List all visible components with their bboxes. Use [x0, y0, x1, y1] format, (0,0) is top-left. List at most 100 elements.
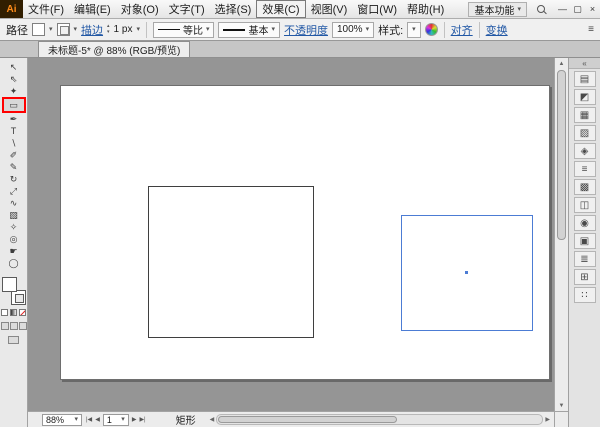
stroke-swatch[interactable]: [10, 290, 26, 305]
zoom-level-field[interactable]: 88% ▾: [42, 413, 82, 426]
separator: [443, 21, 445, 38]
appearance-panel-icon[interactable]: ◉: [573, 215, 596, 231]
fill-swatch[interactable]: [1, 277, 17, 292]
spinner-down-icon[interactable]: ▾: [107, 30, 110, 35]
menu-window[interactable]: 窗口(W): [352, 0, 402, 18]
scale-tool[interactable]: ⤢: [4, 185, 24, 197]
layers-panel-icon[interactable]: ≣: [573, 251, 596, 267]
opacity-dropdown[interactable]: 100% ▾: [332, 21, 375, 38]
horizontal-scroll-track[interactable]: [216, 414, 544, 425]
dock-expand-button[interactable]: «: [569, 58, 600, 69]
menu-type[interactable]: 文字(T): [164, 0, 210, 18]
direct-selection-tool[interactable]: ⇖: [4, 73, 24, 85]
horizontal-scrollbar[interactable]: ◀ ▶: [210, 412, 550, 427]
graphic-styles-panel-icon[interactable]: ▣: [573, 233, 596, 249]
opacity-link[interactable]: 不透明度: [284, 22, 328, 38]
color-panel-icon[interactable]: ▤: [573, 71, 596, 87]
document-tab[interactable]: 未标题-5* @ 88% (RGB/预览): [38, 41, 191, 57]
draw-behind-button[interactable]: [9, 322, 18, 330]
scroll-right-icon[interactable]: ▶: [545, 414, 550, 425]
symbols-panel-icon[interactable]: ◈: [573, 143, 596, 159]
type-tool[interactable]: T: [4, 125, 24, 137]
stroke-dropdown-icon[interactable]: ▾: [74, 26, 78, 33]
zoom-tool[interactable]: ◯: [4, 257, 24, 269]
artboard[interactable]: [60, 85, 550, 380]
menu-object[interactable]: 对象(O): [116, 0, 164, 18]
artboards-panel-icon[interactable]: ⊞: [573, 269, 596, 285]
separator: [145, 21, 147, 38]
panel-menu-icon[interactable]: ≡: [588, 24, 594, 35]
profile-value: 等比: [182, 26, 203, 37]
menu-select[interactable]: 选择(S): [210, 0, 257, 18]
horizontal-scroll-thumb[interactable]: [218, 416, 398, 423]
minimize-button[interactable]: —: [555, 4, 570, 14]
opacity-value: 100%: [337, 24, 363, 35]
vertical-scroll-thumb[interactable]: [557, 70, 566, 240]
style-dropdown[interactable]: ▾: [407, 21, 421, 38]
color-guide-panel-icon[interactable]: ◩: [573, 89, 596, 105]
menu-edit[interactable]: 编辑(E): [69, 0, 116, 18]
stroke-width-dropdown-icon[interactable]: ▾: [136, 26, 140, 33]
rectangle-shape-2-selected[interactable]: [401, 215, 533, 331]
menu-help[interactable]: 帮助(H): [402, 0, 449, 18]
align-panel-icon[interactable]: ∷: [573, 287, 596, 303]
blend-tool[interactable]: ◎: [4, 233, 24, 245]
gradient-tool[interactable]: ▧: [4, 209, 24, 221]
none-button[interactable]: [19, 309, 26, 316]
hand-tool[interactable]: ☛: [4, 245, 24, 257]
align-link[interactable]: 对齐: [451, 22, 473, 38]
rectangle-tool[interactable]: ▭: [3, 99, 24, 111]
close-button[interactable]: ×: [585, 4, 600, 14]
color-button[interactable]: [1, 309, 8, 316]
brush-definition-dropdown[interactable]: 基本 ▾: [218, 21, 280, 38]
gradient-panel-icon[interactable]: ▩: [573, 179, 596, 195]
swatches-panel-icon[interactable]: ▦: [573, 107, 596, 123]
canvas-row: ▲ ▼: [28, 58, 568, 411]
workspace-switcher[interactable]: 基本功能 ▾: [468, 1, 527, 17]
pencil-tool[interactable]: ✎: [4, 161, 24, 173]
pen-tool[interactable]: ✒: [4, 113, 24, 125]
transform-link[interactable]: 变换: [486, 22, 508, 38]
next-artboard-button[interactable]: ▶: [132, 416, 137, 423]
draw-normal-button[interactable]: [0, 322, 9, 330]
menu-file[interactable]: 文件(F): [23, 0, 69, 18]
rectangle-shape-1[interactable]: [148, 186, 314, 338]
line-segment-tool[interactable]: ∖: [4, 137, 24, 149]
stroke-panel-link[interactable]: 描边: [81, 22, 103, 38]
width-profile-dropdown[interactable]: 等比 ▾: [152, 21, 215, 38]
canvas[interactable]: [28, 58, 554, 411]
rotate-tool[interactable]: ↻: [4, 173, 24, 185]
gradient-button[interactable]: [10, 309, 17, 316]
selection-tool[interactable]: ↖: [4, 61, 24, 73]
prev-artboard-button[interactable]: ◀: [95, 416, 100, 423]
recolor-artwork-icon[interactable]: [424, 23, 438, 36]
chevron-down-icon: ▾: [517, 5, 521, 13]
stroke-width-stepper[interactable]: ▴ ▾: [107, 24, 110, 35]
chevron-down-icon: ▾: [205, 26, 210, 33]
fill-dropdown-icon[interactable]: ▾: [49, 26, 53, 33]
screen-mode-button[interactable]: [8, 336, 19, 344]
draw-inside-button[interactable]: [18, 322, 27, 330]
scroll-left-icon[interactable]: ◀: [210, 414, 215, 425]
transparency-panel-icon[interactable]: ◫: [573, 197, 596, 213]
brushes-panel-icon[interactable]: ▨: [573, 125, 596, 141]
search-icon[interactable]: [537, 5, 545, 13]
last-artboard-button[interactable]: ▶|: [139, 416, 145, 423]
paintbrush-tool[interactable]: ✐: [4, 149, 24, 161]
magic-wand-tool[interactable]: ✦: [4, 85, 24, 97]
style-label: 样式:: [378, 24, 404, 37]
width-tool[interactable]: ∿: [4, 197, 24, 209]
stroke-width-value[interactable]: 1 px: [114, 24, 133, 35]
scroll-down-icon[interactable]: ▼: [555, 400, 568, 411]
vertical-scrollbar[interactable]: ▲ ▼: [554, 58, 568, 411]
menu-view[interactable]: 视图(V): [306, 0, 353, 18]
restore-button[interactable]: ▢: [570, 4, 585, 15]
eyedropper-tool[interactable]: ✧: [4, 221, 24, 233]
menu-effect[interactable]: 效果(C): [256, 0, 306, 18]
artboard-number-field[interactable]: 1 ▾: [102, 413, 129, 426]
stroke-panel-icon[interactable]: ≡: [573, 161, 596, 177]
scroll-up-icon[interactable]: ▲: [555, 58, 568, 69]
first-artboard-button[interactable]: |◀: [86, 416, 92, 423]
stroke-color-swatch[interactable]: [56, 23, 70, 36]
fill-color-swatch[interactable]: [32, 23, 45, 36]
